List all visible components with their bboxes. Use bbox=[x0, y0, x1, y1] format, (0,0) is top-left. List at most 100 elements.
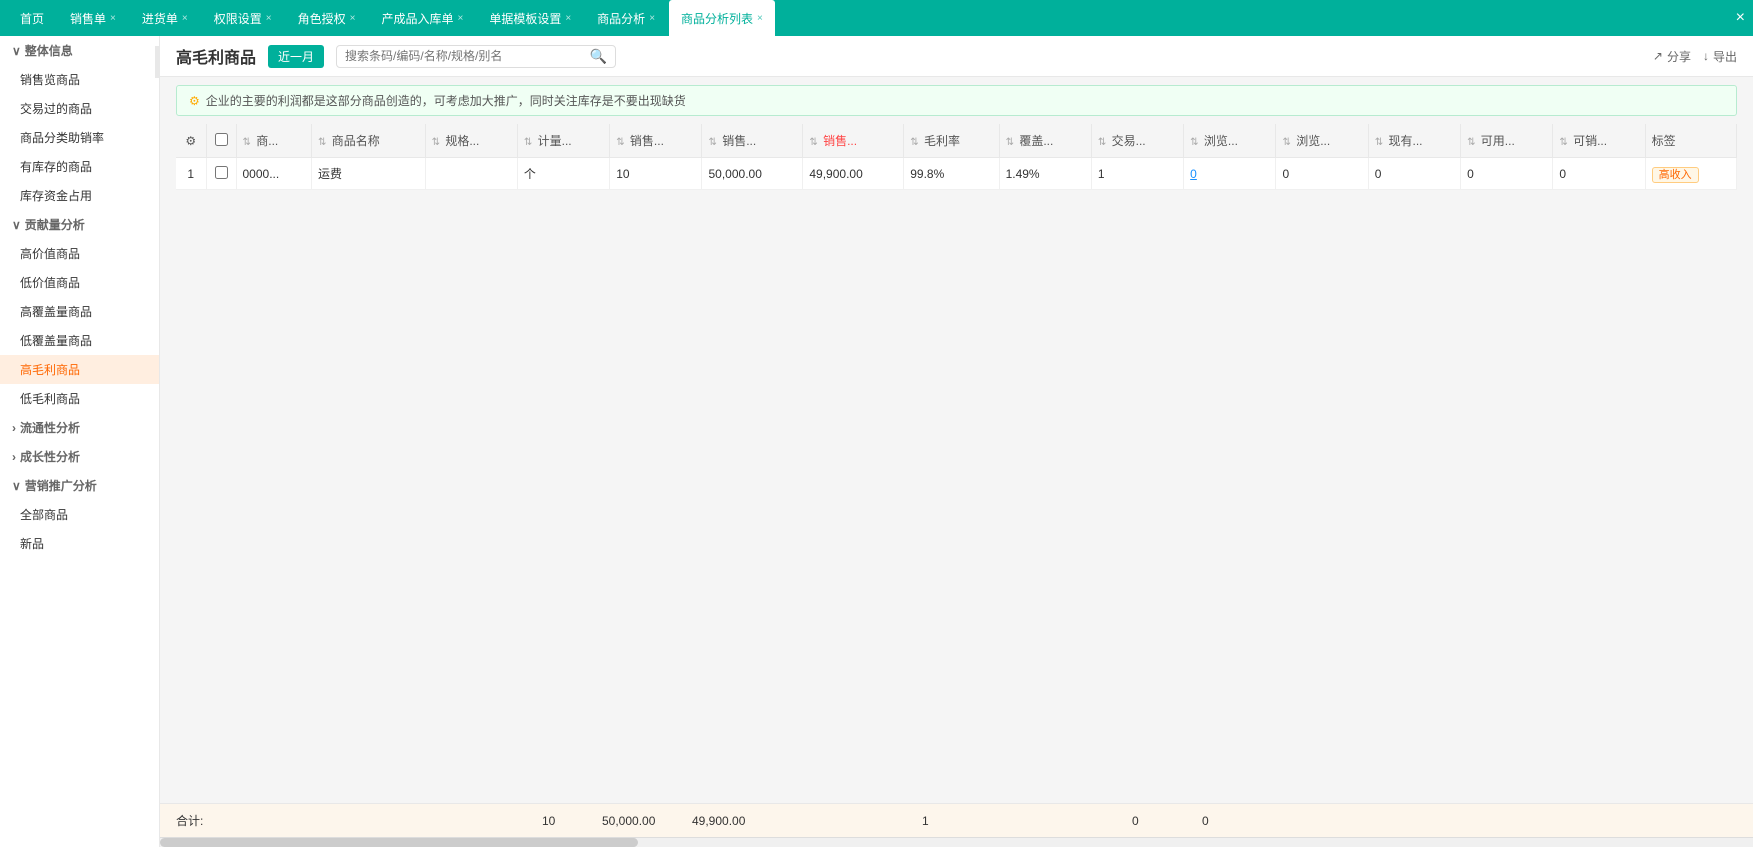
sidebar-item-all-products[interactable]: 全部商品 bbox=[0, 500, 159, 529]
col-tag[interactable]: 标签 bbox=[1645, 124, 1736, 158]
nav-tab-sales[interactable]: 销售单 × bbox=[58, 0, 128, 36]
search-icon[interactable]: 🔍 bbox=[590, 48, 607, 65]
nav-tab-template[interactable]: 单据模板设置 × bbox=[477, 0, 583, 36]
nav-tab-analysis[interactable]: 商品分析 × bbox=[585, 0, 667, 36]
sidebar-item-new-products[interactable]: 新品 bbox=[0, 529, 159, 558]
col-spec[interactable]: ⇅ 规格... bbox=[425, 124, 517, 158]
col-settings[interactable]: ⚙ bbox=[176, 124, 206, 158]
chevron-right-icon-2: › bbox=[12, 450, 16, 464]
col-browse1[interactable]: ⇅ 浏览... bbox=[1184, 124, 1276, 158]
nav-tab-permissions-label: 权限设置 bbox=[214, 10, 262, 27]
col-name[interactable]: ⇅ 商品名称 bbox=[312, 124, 426, 158]
row-tag: 高收入 bbox=[1645, 158, 1736, 190]
sidebar-group-contribution[interactable]: ∨ 贡献量分析 bbox=[0, 210, 159, 239]
export-label: 导出 bbox=[1713, 48, 1737, 65]
export-button[interactable]: ↓ 导出 bbox=[1703, 48, 1737, 65]
col-unit[interactable]: ⇅ 计量... bbox=[517, 124, 609, 158]
nav-tab-analysis-close[interactable]: × bbox=[649, 13, 655, 24]
row-select-checkbox[interactable] bbox=[215, 166, 228, 179]
col-sales-qty[interactable]: ⇅ 销售... bbox=[610, 124, 702, 158]
nav-tab-permissions-close[interactable]: × bbox=[266, 13, 272, 24]
row-current-stock: 0 bbox=[1368, 158, 1460, 190]
row-gross-rate: 99.8% bbox=[904, 158, 999, 190]
top-nav: 首页 销售单 × 进货单 × 权限设置 × 角色授权 × 产成品入库单 × 单据… bbox=[0, 0, 1753, 36]
nav-close-all-button[interactable]: × bbox=[1736, 9, 1745, 27]
col-sellable[interactable]: ⇅ 可销... bbox=[1553, 124, 1645, 158]
sort-icon-browse1: ⇅ bbox=[1190, 137, 1198, 148]
footer-browse1-spacer bbox=[986, 814, 1056, 828]
row-browse2: 0 bbox=[1276, 158, 1368, 190]
page-title: 高毛利商品 bbox=[176, 44, 256, 68]
sort-icon-available: ⇅ bbox=[1467, 137, 1475, 148]
sidebar-item-low-margin[interactable]: 低毛利商品 bbox=[0, 384, 159, 413]
col-browse2[interactable]: ⇅ 浏览... bbox=[1276, 124, 1368, 158]
footer-coverage-spacer bbox=[846, 814, 916, 828]
sidebar-item-low-coverage[interactable]: 低覆盖量商品 bbox=[0, 326, 159, 355]
content-area: 高毛利商品 近一月 🔍 ↗ 分享 ↓ 导出 ⚙ 企业的主要的利润都是这部分商品创… bbox=[160, 36, 1753, 847]
search-input[interactable] bbox=[345, 49, 586, 63]
row-checkbox[interactable] bbox=[206, 158, 236, 190]
nav-tab-analysis-list-close[interactable]: × bbox=[757, 13, 763, 24]
sidebar-item-category-rate[interactable]: 商品分类助销率 bbox=[0, 123, 159, 152]
col-transaction[interactable]: ⇅ 交易... bbox=[1091, 124, 1183, 158]
col-checkbox[interactable] bbox=[206, 124, 236, 158]
settings-icon[interactable]: ⚙ bbox=[185, 134, 196, 148]
chevron-down-icon-3: ∨ bbox=[12, 479, 21, 493]
sidebar-item-sales-overview[interactable]: 销售览商品 bbox=[0, 65, 159, 94]
sidebar-group-growth-label: 成长性分析 bbox=[20, 448, 80, 465]
sidebar-item-traded[interactable]: 交易过的商品 bbox=[0, 94, 159, 123]
nav-tab-sales-close[interactable]: × bbox=[110, 13, 116, 24]
horizontal-scrollbar[interactable] bbox=[160, 837, 1753, 847]
sidebar-item-high-margin[interactable]: 高毛利商品 bbox=[0, 355, 159, 384]
nav-tab-inbound-label: 产成品入库单 bbox=[381, 10, 453, 27]
sidebar-item-high-coverage[interactable]: 高覆盖量商品 bbox=[0, 297, 159, 326]
sidebar-item-high-value[interactable]: 高价值商品 bbox=[0, 239, 159, 268]
col-code[interactable]: ⇅ 商... bbox=[236, 124, 312, 158]
sort-icon-browse2: ⇅ bbox=[1282, 137, 1290, 148]
sidebar-item-in-stock[interactable]: 有库存的商品 bbox=[0, 152, 159, 181]
col-gross-rate[interactable]: ⇅ 毛利率 bbox=[904, 124, 999, 158]
chevron-right-icon: › bbox=[12, 421, 16, 435]
sort-icon-amount: ⇅ bbox=[708, 137, 716, 148]
sidebar-group-marketing[interactable]: ∨ 营销推广分析 bbox=[0, 471, 159, 500]
sidebar-group-marketing-label: 营销推广分析 bbox=[25, 477, 97, 494]
table-container: ⚙ ⇅ 商... ⇅ 商品名称 bbox=[160, 124, 1753, 803]
nav-tab-home[interactable]: 首页 bbox=[8, 0, 56, 36]
sort-icon-coverage: ⇅ bbox=[1006, 137, 1014, 148]
sidebar-item-low-value[interactable]: 低价值商品 bbox=[0, 268, 159, 297]
col-current-stock[interactable]: ⇅ 现有... bbox=[1368, 124, 1460, 158]
chevron-down-icon-2: ∨ bbox=[12, 218, 21, 232]
row-browse1[interactable]: 0 bbox=[1184, 158, 1276, 190]
col-coverage[interactable]: ⇅ 覆盖... bbox=[999, 124, 1091, 158]
nav-tab-purchase[interactable]: 进货单 × bbox=[130, 0, 200, 36]
nav-tab-analysis-label: 商品分析 bbox=[597, 10, 645, 27]
sort-icon-unit: ⇅ bbox=[524, 137, 532, 148]
row-code: 0000... bbox=[236, 158, 312, 190]
col-sales-cost[interactable]: ⇅ 销售... bbox=[803, 124, 904, 158]
sidebar-item-stock-capital[interactable]: 库存资金占用 bbox=[0, 181, 159, 210]
sidebar-group-liquidity[interactable]: › 流通性分析 bbox=[0, 413, 159, 442]
nav-tab-purchase-close[interactable]: × bbox=[182, 13, 188, 24]
row-spec bbox=[425, 158, 517, 190]
nav-tab-analysis-list[interactable]: 商品分析列表 × bbox=[669, 0, 775, 36]
nav-tab-roles-close[interactable]: × bbox=[350, 13, 356, 24]
content-header: 高毛利商品 近一月 🔍 ↗ 分享 ↓ 导出 bbox=[160, 36, 1753, 77]
nav-tab-template-close[interactable]: × bbox=[565, 13, 571, 24]
scrollbar-thumb[interactable] bbox=[160, 838, 638, 847]
nav-tab-inbound[interactable]: 产成品入库单 × bbox=[369, 0, 475, 36]
sidebar-group-overall[interactable]: ∨ 整体信息 bbox=[0, 36, 159, 65]
footer-total: 合计: 10 50,000.00 49,900.00 1 0 0 bbox=[160, 803, 1753, 837]
col-sales-amount[interactable]: ⇅ 销售... bbox=[702, 124, 803, 158]
nav-tab-roles[interactable]: 角色授权 × bbox=[286, 0, 368, 36]
nav-tab-inbound-close[interactable]: × bbox=[457, 13, 463, 24]
share-button[interactable]: ↗ 分享 bbox=[1653, 48, 1691, 65]
col-available[interactable]: ⇅ 可用... bbox=[1461, 124, 1553, 158]
footer-gross-spacer bbox=[776, 814, 846, 828]
period-button[interactable]: 近一月 bbox=[268, 45, 324, 68]
select-all-checkbox[interactable] bbox=[215, 133, 228, 146]
sort-icon-transaction: ⇅ bbox=[1098, 137, 1106, 148]
sort-icon-sellable: ⇅ bbox=[1559, 137, 1567, 148]
sidebar-group-growth[interactable]: › 成长性分析 bbox=[0, 442, 159, 471]
nav-tab-roles-label: 角色授权 bbox=[298, 10, 346, 27]
nav-tab-permissions[interactable]: 权限设置 × bbox=[202, 0, 284, 36]
